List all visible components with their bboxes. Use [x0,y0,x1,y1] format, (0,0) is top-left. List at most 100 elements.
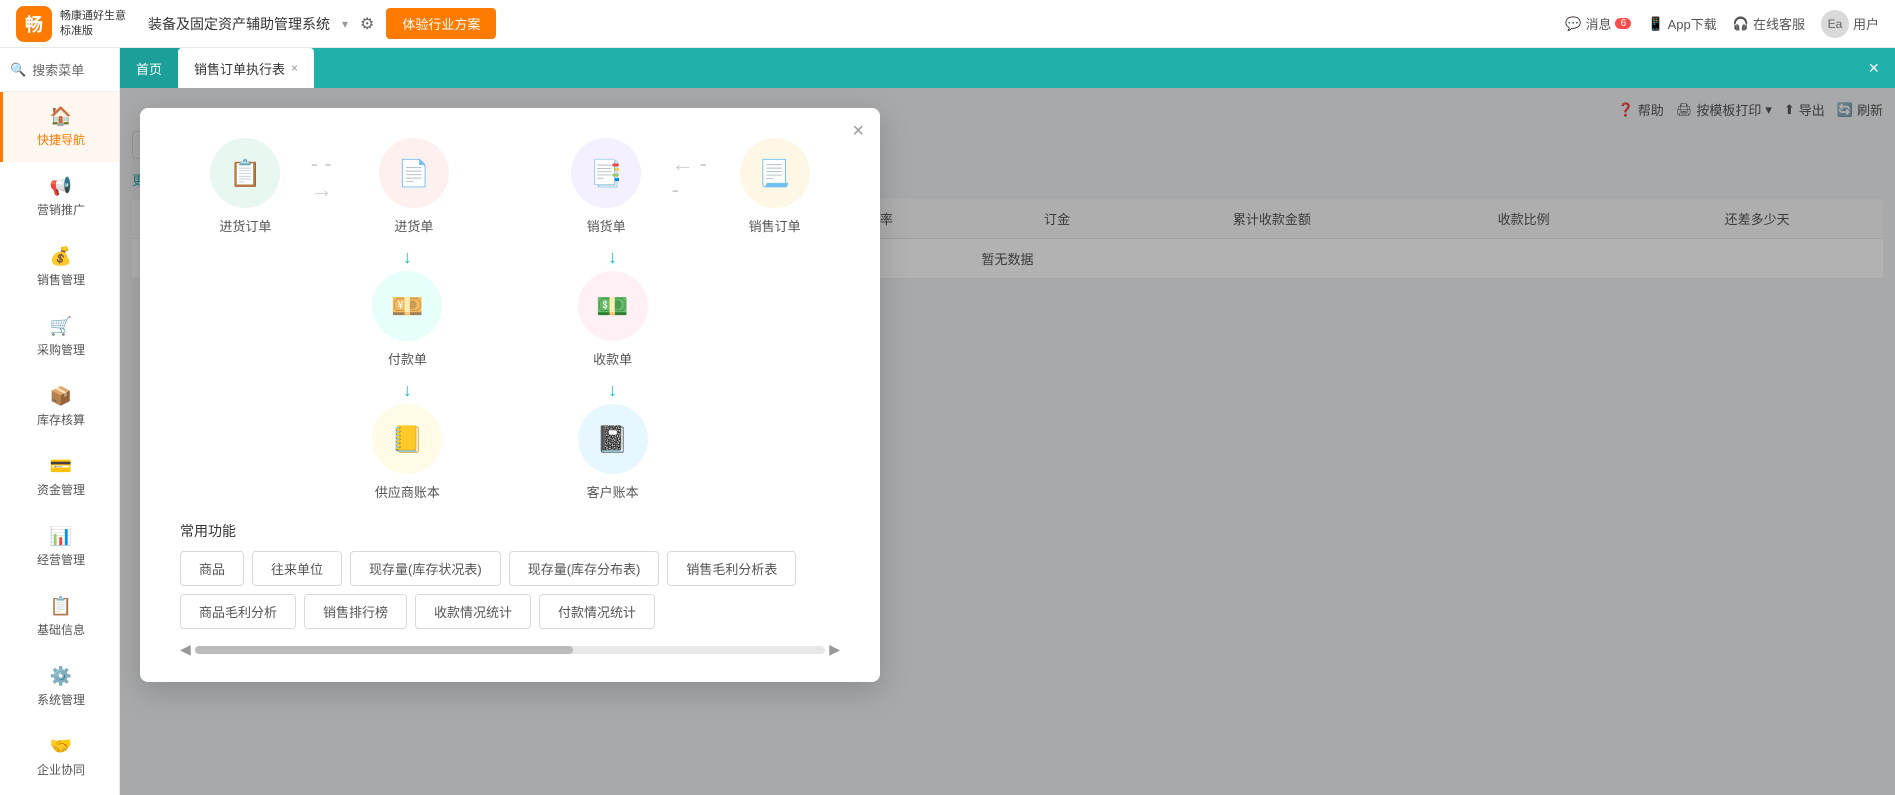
purchase-order-icon: 📋 [210,138,280,208]
finance-icon: 💳 [50,456,72,477]
func-btn-sales-profit[interactable]: 销售毛利分析表 [667,551,796,586]
system-title: 装备及固定资产辅助管理系统 [148,14,330,34]
top-right: 💬 消息 6 📱 App下载 🎧 在线客服 Ea 用户 [1565,10,1879,38]
purchase-bill-label: 进货单 [394,216,433,235]
common-functions: 常用功能 商品 往来单位 现存量(库存状况表) 现存量(库存分布表) 销售毛利分… [180,521,840,629]
sales-bill-icon: 📑 [571,138,641,208]
flow-node-purchase-bill: 📄 进货单 [348,138,479,235]
sidebar-item-operation[interactable]: 📊 经营管理 [0,512,119,582]
gear-icon[interactable]: ⚙ [360,14,374,34]
sidebar-item-sales[interactable]: 💰 销售管理 [0,232,119,302]
sidebar-search[interactable]: 🔍 搜索菜单 [0,48,119,92]
service-icon: 🎧 [1733,16,1749,32]
func-btn-receipt-stats[interactable]: 收款情况统计 [415,594,531,629]
system-icon: ⚙️ [50,666,72,687]
arrow-down-receipt: ↓ [543,380,683,401]
common-func-title: 常用功能 [180,521,840,541]
modal-overlay[interactable]: × 📋 进货订单 - - → [120,88,1895,795]
func-btn-partner[interactable]: 往来单位 [252,551,342,586]
sidebar-item-inventory[interactable]: 📦 库存核算 [0,372,119,442]
arrow-down-purchase: ↓ [338,247,478,268]
flow-node-payment: 💴 付款单 [338,271,478,368]
message-button[interactable]: 💬 消息 6 [1565,14,1631,33]
tab-bar: 首页 销售订单执行表 × × [120,48,1895,88]
purchase-icon: 🛒 [50,316,72,337]
tab-close-icon[interactable]: × [291,61,298,75]
sidebar-item-finance[interactable]: 💳 资金管理 [0,442,119,512]
sidebar-item-enterprise[interactable]: 🤝 企业协同 [0,722,119,792]
func-btn-stock-dist[interactable]: 现存量(库存分布表) [509,551,660,586]
scroll-right-icon[interactable]: ▶ [829,641,840,658]
sidebar-item-basic-info[interactable]: 📋 基础信息 [0,582,119,652]
flow-diagram: 📋 进货订单 - - → 📄 进货单 [180,138,840,501]
func-buttons: 商品 往来单位 现存量(库存状况表) 现存量(库存分布表) 销售毛利分析表 商品… [180,551,840,629]
sidebar: 🔍 搜索菜单 🏠 快捷导航 📢 营销推广 💰 销售管理 🛒 采购管理 📦 [0,48,120,795]
flow-node-receipt: 💵 收款单 [543,271,683,368]
func-btn-payment-stats[interactable]: 付款情况统计 [539,594,655,629]
main-layout: 🔍 搜索菜单 🏠 快捷导航 📢 营销推广 💰 销售管理 🛒 采购管理 📦 [0,48,1895,795]
sidebar-item-marketing[interactable]: 📢 营销推广 [0,162,119,232]
payment-label: 付款单 [388,349,427,368]
sales-order-tab-label: 销售订单执行表 [194,59,285,78]
func-btn-product-profit[interactable]: 商品毛利分析 [180,594,296,629]
customer-ledger-icon: 📓 [578,404,648,474]
page-content: ❓ 帮助 🖨 按模板打印 ▾ ⬆ 导出 🔄 刷新 [120,88,1895,795]
scroll-left-icon[interactable]: ◀ [180,641,191,658]
logo-text: 畅康通好生意 标准版 [60,9,126,38]
logo-icon: 畅 [16,6,52,42]
scroll-thumb[interactable] [195,646,573,654]
receipt-label: 收款单 [593,349,632,368]
sidebar-item-quick-nav[interactable]: 🏠 快捷导航 [0,92,119,162]
tab-home[interactable]: 首页 [120,48,178,88]
sidebar-item-purchase[interactable]: 🛒 采购管理 [0,302,119,372]
arrow-down-sales: ↓ [543,247,683,268]
flow-node-customer-ledger: 📓 客户账本 [543,404,683,501]
trial-button[interactable]: 体验行业方案 [386,8,496,39]
home-tab-label: 首页 [136,59,162,78]
scroll-track[interactable] [195,646,825,654]
tab-bar-close-button[interactable]: × [1852,58,1895,79]
chevron-down-icon[interactable]: ▾ [342,17,348,31]
user-menu[interactable]: Ea 用户 [1821,10,1879,38]
operation-icon: 📊 [50,526,72,547]
arrow-right-1: - - → [311,151,349,223]
search-icon: 🔍 [10,62,26,78]
basic-info-icon: 📋 [50,596,72,617]
func-btn-product[interactable]: 商品 [180,551,244,586]
tab-sales-order[interactable]: 销售订单执行表 × [178,48,314,88]
func-btn-sales-rank[interactable]: 销售排行榜 [304,594,407,629]
flow-node-purchase-order: 📋 进货订单 [180,138,311,235]
customer-ledger-label: 客户账本 [587,482,639,501]
enterprise-icon: 🤝 [50,736,72,757]
arrow-down-payment: ↓ [338,380,478,401]
sales-bill-label: 销货单 [587,216,626,235]
sales-order-icon: 📃 [740,138,810,208]
flow-node-sales-order: 📃 销售订单 [709,138,840,235]
modal-close-button[interactable]: × [852,120,864,143]
sales-order-label: 销售订单 [749,216,801,235]
sidebar-item-system[interactable]: ⚙️ 系统管理 [0,652,119,722]
func-btn-stock-status[interactable]: 现存量(库存状况表) [350,551,501,586]
purchase-order-label: 进货订单 [219,216,271,235]
avatar: Ea [1821,10,1849,38]
marketing-icon: 📢 [50,176,72,197]
top-bar: 畅 畅康通好生意 标准版 装备及固定资产辅助管理系统 ▾ ⚙ 体验行业方案 💬 … [0,0,1895,48]
inventory-icon: 📦 [50,386,72,407]
app-container: 畅 畅康通好生意 标准版 装备及固定资产辅助管理系统 ▾ ⚙ 体验行业方案 💬 … [0,0,1895,795]
app-download-button[interactable]: 📱 App下载 [1647,14,1716,33]
payment-icon: 💴 [372,271,442,341]
modal: × 📋 进货订单 - - → [140,108,880,682]
content-area: 首页 销售订单执行表 × × ❓ 帮助 🖨 按 [120,48,1895,795]
home-icon: 🏠 [50,106,72,127]
message-badge: 6 [1615,18,1631,29]
supplier-ledger-icon: 📒 [372,404,442,474]
online-service-button[interactable]: 🎧 在线客服 [1733,14,1805,33]
scroll-area: ◀ ▶ [180,641,840,658]
purchase-bill-icon: 📄 [379,138,449,208]
download-icon: 📱 [1647,16,1663,32]
flow-node-sales-bill: 📑 销货单 [541,138,672,235]
flow-node-supplier-ledger: 📒 供应商账本 [338,404,478,501]
supplier-ledger-label: 供应商账本 [375,482,440,501]
arrow-left-1: ← - - [672,151,710,223]
receipt-icon: 💵 [578,271,648,341]
